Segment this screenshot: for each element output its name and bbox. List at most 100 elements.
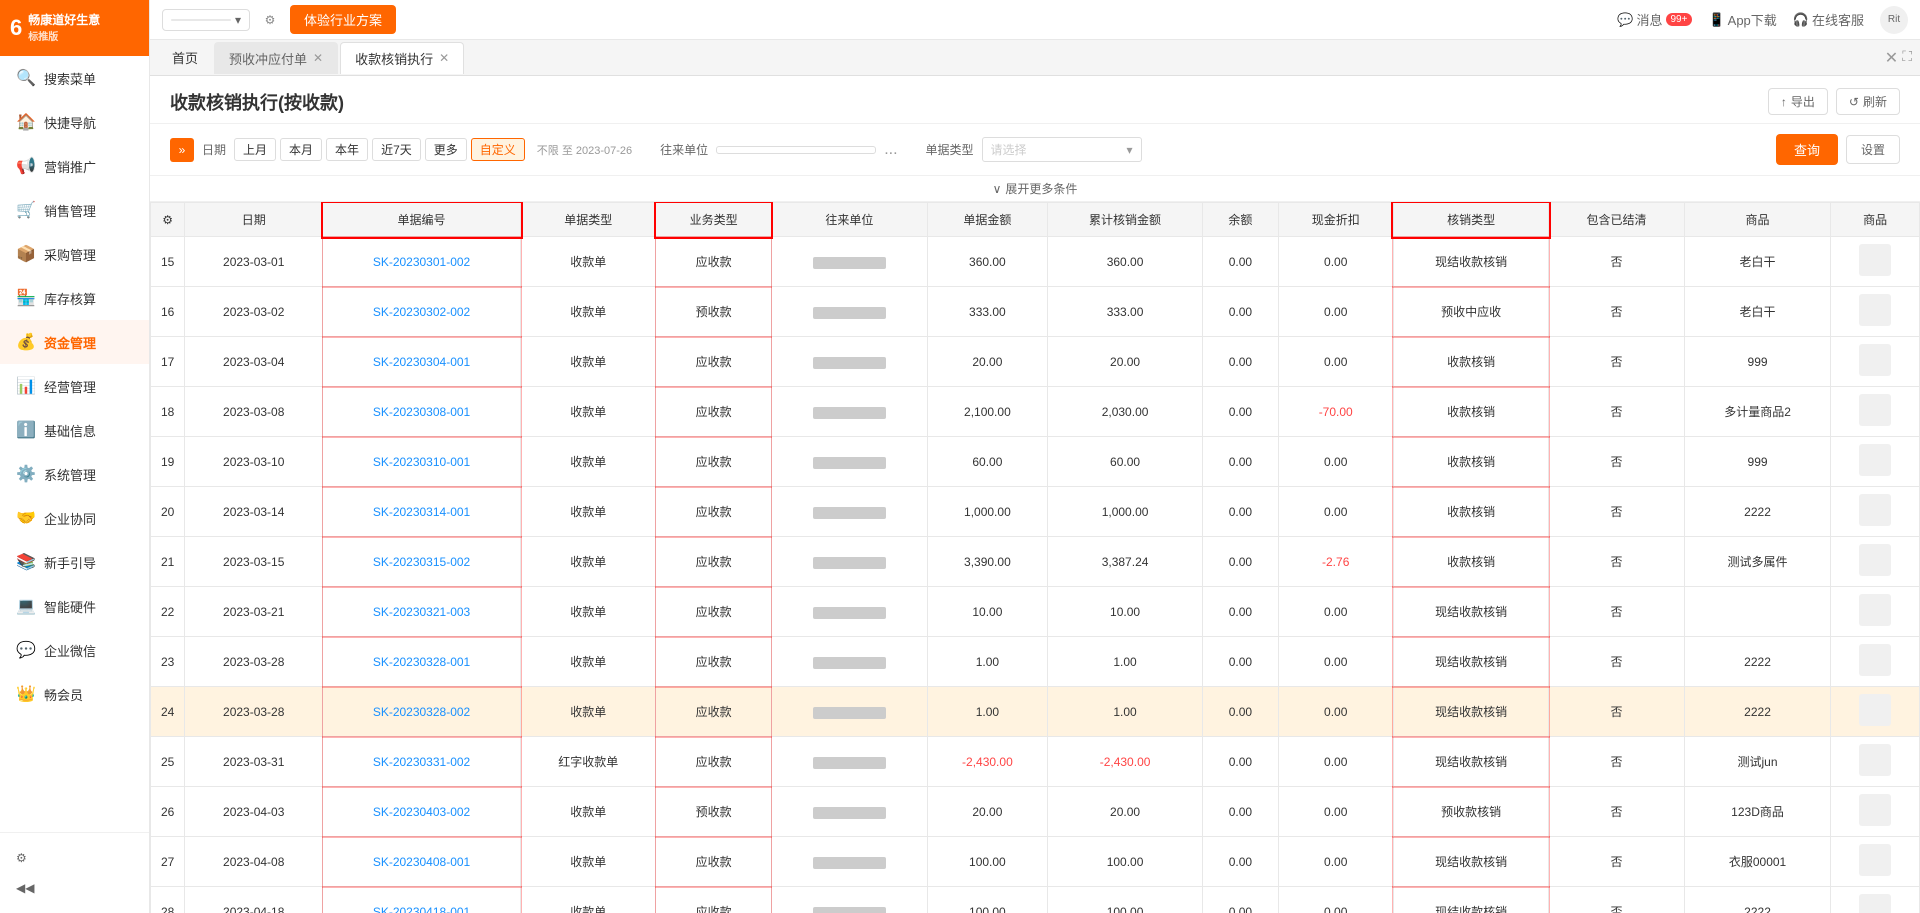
sidebar-item-8[interactable]: ℹ️基础信息 xyxy=(0,408,149,452)
td-code-10[interactable]: SK-20230331-002 xyxy=(323,737,521,787)
code-link-11[interactable]: SK-20230403-002 xyxy=(373,805,470,819)
td-code-7[interactable]: SK-20230321-003 xyxy=(323,587,521,637)
td-amount-10: -2,430.00 xyxy=(927,737,1047,787)
sidebar-item-13[interactable]: 💬企业微信 xyxy=(0,628,149,672)
td-code-12[interactable]: SK-20230408-001 xyxy=(323,837,521,887)
code-link-12[interactable]: SK-20230408-001 xyxy=(373,855,470,869)
tab-maximize-icon[interactable]: ⛶ xyxy=(1902,48,1912,68)
td-amount-5: 1,000.00 xyxy=(927,487,1047,537)
sidebar-item-9[interactable]: ⚙️系统管理 xyxy=(0,452,149,496)
filter-expand-button[interactable]: » xyxy=(170,138,194,162)
td-type-6: 收款单 xyxy=(521,537,656,587)
code-link-3[interactable]: SK-20230308-001 xyxy=(373,405,470,419)
sidebar-settings[interactable]: ⚙ xyxy=(0,843,149,873)
td-product-9: 2222 xyxy=(1684,687,1831,737)
td-cash-discount-7: 0.00 xyxy=(1278,587,1393,637)
td-rownum-6: 21 xyxy=(151,537,185,587)
sidebar-item-2[interactable]: 📢营销推广 xyxy=(0,144,149,188)
industry-solution-button[interactable]: 体验行业方案 xyxy=(290,5,396,34)
company-selector[interactable]: ▾ xyxy=(162,9,250,31)
td-include-settled-7: 否 xyxy=(1549,587,1684,637)
sidebar-item-12[interactable]: 💻智能硬件 xyxy=(0,584,149,628)
sidebar-label-1: 快捷导航 xyxy=(44,113,96,132)
td-code-2[interactable]: SK-20230304-001 xyxy=(323,337,521,387)
date-custom-btn[interactable]: 自定义 xyxy=(471,138,525,161)
code-link-2[interactable]: SK-20230304-001 xyxy=(373,355,470,369)
td-include-settled-11: 否 xyxy=(1549,787,1684,837)
app-subtitle: 标推版 xyxy=(28,28,100,43)
td-total-writeoff-5: 1,000.00 xyxy=(1047,487,1202,537)
more-options-icon[interactable]: ... xyxy=(884,141,897,159)
code-link-1[interactable]: SK-20230302-002 xyxy=(373,305,470,319)
sidebar-item-6[interactable]: 💰资金管理 xyxy=(0,320,149,364)
td-writeoff-type-0: 现结收款核销 xyxy=(1393,237,1548,287)
code-link-9[interactable]: SK-20230328-002 xyxy=(373,705,470,719)
sidebar-item-11[interactable]: 📚新手引导 xyxy=(0,540,149,584)
user-area[interactable]: Rit xyxy=(1880,6,1908,34)
td-product-3: 多计量商品2 xyxy=(1684,387,1831,437)
product-thumbnail-9 xyxy=(1859,694,1891,726)
td-total-writeoff-11: 20.00 xyxy=(1047,787,1202,837)
tab-prepayment-close-icon[interactable]: ✕ xyxy=(313,51,323,65)
refresh-button[interactable]: ↺ 刷新 xyxy=(1836,88,1900,115)
td-type-10: 红字收款单 xyxy=(521,737,656,787)
date-7days-btn[interactable]: 近7天 xyxy=(372,138,421,161)
td-biz-type-1: 预收款 xyxy=(656,287,771,337)
date-more-btn[interactable]: 更多 xyxy=(425,138,467,161)
export-button[interactable]: ↑ 导出 xyxy=(1768,88,1828,115)
td-partner-2 xyxy=(771,337,927,387)
sidebar-item-14[interactable]: 👑畅会员 xyxy=(0,672,149,716)
sidebar-item-3[interactable]: 🛒销售管理 xyxy=(0,188,149,232)
sidebar-item-7[interactable]: 📊经营管理 xyxy=(0,364,149,408)
td-code-9[interactable]: SK-20230328-002 xyxy=(323,687,521,737)
td-code-11[interactable]: SK-20230403-002 xyxy=(323,787,521,837)
sidebar-collapse[interactable]: ◀◀ xyxy=(0,873,149,903)
query-button[interactable]: 查询 xyxy=(1776,134,1838,165)
topbar-left: ▾ ⚙ 体验行业方案 xyxy=(162,5,1609,34)
code-link-10[interactable]: SK-20230331-002 xyxy=(373,755,470,769)
expand-more-conditions[interactable]: ∨ 展开更多条件 xyxy=(150,176,1920,202)
date-last-month-btn[interactable]: 上月 xyxy=(234,138,276,161)
td-code-8[interactable]: SK-20230328-001 xyxy=(323,637,521,687)
tab-writeoff-close-icon[interactable]: ✕ xyxy=(439,51,449,65)
table-row: 24 2023-03-28 SK-20230328-002 收款单 应收款 1.… xyxy=(151,687,1920,737)
sidebar-item-1[interactable]: 🏠快捷导航 xyxy=(0,100,149,144)
code-link-0[interactable]: SK-20230301-002 xyxy=(373,255,470,269)
online-service-area[interactable]: 🎧 在线客服 xyxy=(1793,10,1864,29)
table-body: 15 2023-03-01 SK-20230301-002 收款单 应收款 36… xyxy=(151,237,1920,913)
tab-home[interactable]: 首页 xyxy=(158,42,212,73)
td-code-3[interactable]: SK-20230308-001 xyxy=(323,387,521,437)
sidebar-item-10[interactable]: 🤝企业协同 xyxy=(0,496,149,540)
code-link-7[interactable]: SK-20230321-003 xyxy=(373,605,470,619)
td-total-writeoff-6: 3,387.24 xyxy=(1047,537,1202,587)
partner-input[interactable] xyxy=(716,146,876,154)
messages-area[interactable]: 💬 消息 99+ xyxy=(1617,10,1692,29)
td-include-settled-6: 否 xyxy=(1549,537,1684,587)
td-cash-discount-0: 0.00 xyxy=(1278,237,1393,287)
code-link-6[interactable]: SK-20230315-002 xyxy=(373,555,470,569)
sidebar-item-0[interactable]: 🔍搜索菜单 xyxy=(0,56,149,100)
tab-writeoff[interactable]: 收款核销执行 ✕ xyxy=(340,42,464,74)
td-code-4[interactable]: SK-20230310-001 xyxy=(323,437,521,487)
td-code-6[interactable]: SK-20230315-002 xyxy=(323,537,521,587)
setting-button[interactable]: 设置 xyxy=(1846,135,1900,164)
code-link-4[interactable]: SK-20230310-001 xyxy=(373,455,470,469)
gear-icon[interactable]: ⚙ xyxy=(256,6,284,34)
td-code-5[interactable]: SK-20230314-001 xyxy=(323,487,521,537)
tab-close-all-icon[interactable]: ✕ xyxy=(1885,48,1898,68)
table-row: 25 2023-03-31 SK-20230331-002 红字收款单 应收款 … xyxy=(151,737,1920,787)
td-code-13[interactable]: SK-20230418-001 xyxy=(323,887,521,913)
th-settings[interactable]: ⚙ xyxy=(151,203,185,237)
sidebar-item-4[interactable]: 📦采购管理 xyxy=(0,232,149,276)
date-this-month-btn[interactable]: 本月 xyxy=(280,138,322,161)
receipt-type-select[interactable]: 请选择 ▾ xyxy=(982,137,1142,162)
code-link-5[interactable]: SK-20230314-001 xyxy=(373,505,470,519)
td-code-0[interactable]: SK-20230301-002 xyxy=(323,237,521,287)
date-this-year-btn[interactable]: 本年 xyxy=(326,138,368,161)
tab-prepayment[interactable]: 预收冲应付单 ✕ xyxy=(214,42,338,74)
app-download-area[interactable]: 📱 App下载 xyxy=(1708,10,1776,29)
code-link-8[interactable]: SK-20230328-001 xyxy=(373,655,470,669)
code-link-13[interactable]: SK-20230418-001 xyxy=(373,905,470,913)
td-code-1[interactable]: SK-20230302-002 xyxy=(323,287,521,337)
sidebar-item-5[interactable]: 🏪库存核算 xyxy=(0,276,149,320)
